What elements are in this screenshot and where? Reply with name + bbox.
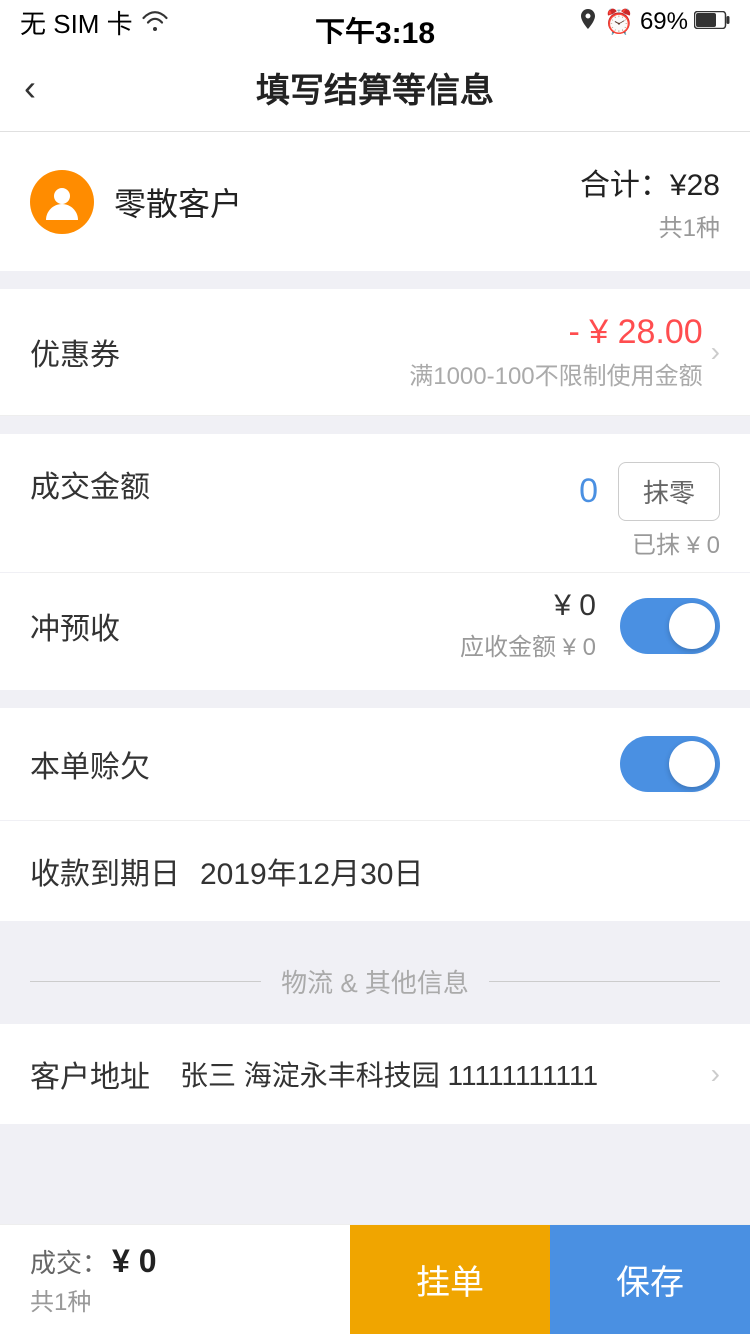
bottom-deal-row: 成交： ¥ 0 — [30, 1243, 320, 1280]
debt-label: 本单赊欠 — [30, 742, 150, 786]
back-button[interactable]: ‹ — [24, 67, 36, 109]
bottom-bar: 成交： ¥ 0 共1种 挂单 保存 — [0, 1224, 750, 1334]
customer-total: 合计：¥28 — [580, 160, 720, 204]
customer-section: 零散客户 合计：¥28 共1种 — [0, 132, 750, 271]
transaction-amount-value: 0 — [579, 472, 598, 511]
transaction-amount-section: 成交金额 0 抹零 已抹 ¥ 0 — [0, 434, 750, 572]
customer-count: 共1种 — [580, 208, 720, 243]
coupon-values: - ¥ 28.00 满1000-100不限制使用金额 — [409, 313, 702, 391]
erased-label: 已抹 ¥ 0 — [632, 525, 720, 560]
transaction-amount-label: 成交金额 — [30, 462, 150, 506]
divider-7 — [0, 1124, 750, 1142]
wifi-icon — [141, 7, 169, 38]
round-zero-button[interactable]: 抹零 — [618, 462, 720, 521]
address-chevron-icon: › — [711, 1058, 720, 1090]
prepayment-toggle[interactable] — [620, 598, 720, 654]
transaction-amount-row: 0 抹零 — [579, 462, 720, 521]
logistics-title: 物流 & 其他信息 — [281, 963, 469, 1000]
bottom-deal-count: 共1种 — [30, 1282, 320, 1317]
customer-left: 零散客户 — [30, 170, 242, 234]
coupon-right: - ¥ 28.00 满1000-100不限制使用金额 › — [409, 313, 720, 391]
location-icon — [578, 8, 598, 37]
address-label: 客户地址 — [30, 1052, 150, 1096]
coupon-label: 优惠券 — [30, 330, 120, 374]
bottom-left-info: 成交： ¥ 0 共1种 — [0, 1243, 350, 1317]
due-date-value: 2019年12月30日 — [200, 849, 423, 893]
logistics-header: 物流 & 其他信息 — [0, 939, 750, 1024]
content-area: 零散客户 合计：¥28 共1种 优惠券 - ¥ 28.00 满1000-100不… — [0, 132, 750, 1262]
customer-right: 合计：¥28 共1种 — [580, 160, 720, 243]
prepayment-right: ¥ 0 应收金额 ¥ 0 — [460, 589, 720, 662]
coupon-discount: - ¥ 28.00 — [409, 313, 702, 352]
due-date-label: 收款到期日 — [30, 849, 180, 893]
battery-icon — [694, 8, 730, 36]
save-button[interactable]: 保存 — [550, 1225, 750, 1334]
address-value: 张三 海淀永丰科技园 11111111111 — [180, 1054, 703, 1094]
nav-bar: ‹ 填写结算等信息 — [0, 44, 750, 132]
carrier-label: 无 SIM 卡 — [20, 4, 133, 41]
customer-name: 零散客户 — [114, 179, 242, 225]
logistics-line-right — [489, 981, 720, 982]
status-left: 无 SIM 卡 — [20, 4, 169, 41]
coupon-description: 满1000-100不限制使用金额 — [409, 356, 702, 391]
hold-button[interactable]: 挂单 — [350, 1225, 550, 1334]
bottom-deal-label: 成交： — [30, 1243, 108, 1280]
bottom-deal-amount: ¥ 0 — [112, 1243, 156, 1280]
coupon-section[interactable]: 优惠券 - ¥ 28.00 满1000-100不限制使用金额 › — [0, 289, 750, 416]
prepayment-amount: ¥ 0 — [554, 589, 596, 623]
divider-4 — [0, 690, 750, 708]
divider-6 — [0, 921, 750, 939]
divider-1 — [0, 271, 750, 289]
prepayment-receivable: 应收金额 ¥ 0 — [460, 627, 596, 662]
customer-avatar — [30, 170, 94, 234]
nav-title: 填写结算等信息 — [256, 63, 494, 112]
due-date-section: 收款到期日 2019年12月30日 — [0, 821, 750, 921]
coupon-chevron-icon: › — [711, 336, 720, 368]
logistics-line-left — [30, 981, 261, 982]
debt-toggle[interactable] — [620, 736, 720, 792]
alarm-icon: ⏰ — [604, 8, 634, 37]
status-right: ⏰ 69% — [578, 8, 730, 37]
address-section[interactable]: 客户地址 张三 海淀永丰科技园 11111111111 › — [0, 1024, 750, 1124]
status-bar: 无 SIM 卡 下午3:18 ⏰ 69% — [0, 0, 750, 44]
prepayment-values: ¥ 0 应收金额 ¥ 0 — [460, 589, 596, 662]
battery-percent: 69% — [640, 8, 688, 36]
transaction-right: 0 抹零 已抹 ¥ 0 — [579, 462, 720, 560]
prepayment-label: 冲预收 — [30, 604, 120, 648]
debt-section: 本单赊欠 — [0, 708, 750, 820]
prepayment-section: 冲预收 ¥ 0 应收金额 ¥ 0 — [0, 573, 750, 690]
divider-2 — [0, 416, 750, 434]
